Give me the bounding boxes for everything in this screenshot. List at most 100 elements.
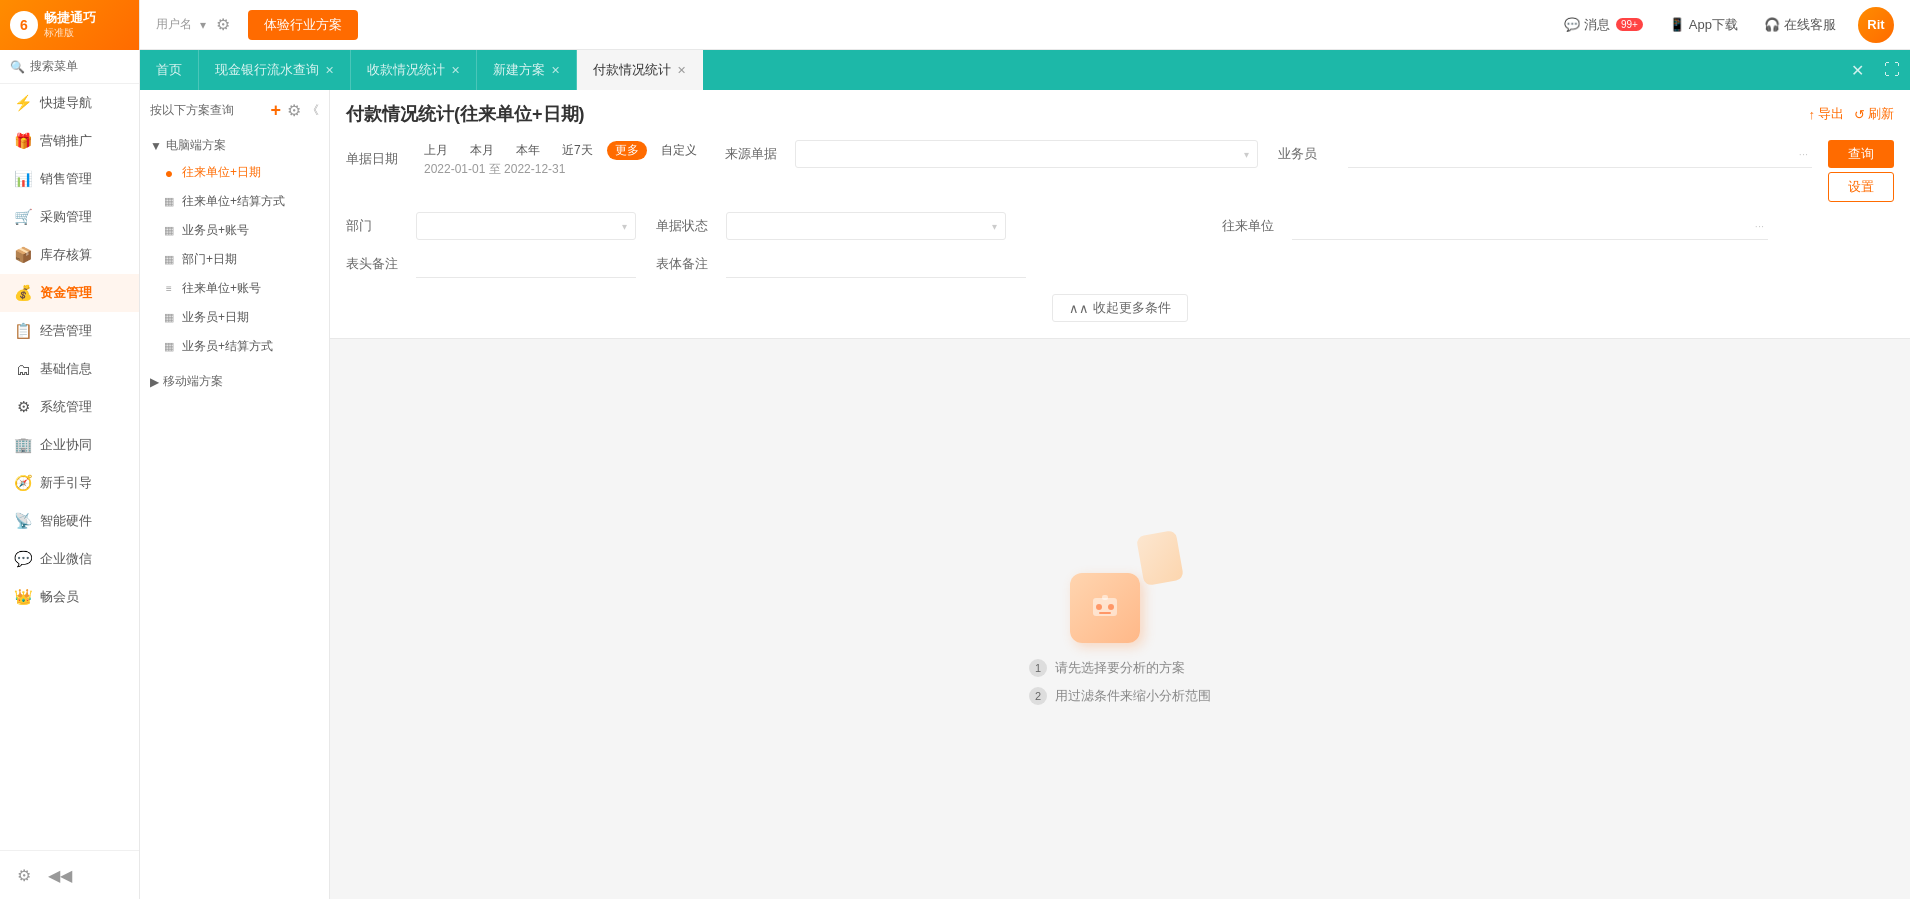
- tab-bank-flow-close[interactable]: ✕: [325, 64, 334, 77]
- dept-select[interactable]: ▾: [416, 212, 636, 240]
- head-note-group: 表头备注: [346, 250, 636, 278]
- search-menu[interactable]: 🔍 搜索菜单: [0, 50, 139, 84]
- pc-scheme-section: ▼ 电脑端方案 ● 往来单位+日期 ▦ 往来单位+结算方式 ▦ 业务员+账号 ▦: [140, 129, 329, 365]
- sidebar-item-system[interactable]: ⚙ 系统管理: [0, 388, 139, 426]
- counterparty-input[interactable]: ···: [1292, 212, 1768, 240]
- sidebar-item-member[interactable]: 👑 畅会员: [0, 578, 139, 616]
- dept-chevron: ▾: [622, 221, 627, 232]
- tabbar-maximize[interactable]: ⛶: [1874, 50, 1910, 90]
- sidebar-item-label: 企业协同: [40, 436, 92, 454]
- sidebar-item-sales[interactable]: 📊 销售管理: [0, 160, 139, 198]
- date-tab-custom[interactable]: 自定义: [653, 140, 705, 161]
- scheme-item-salesperson-account[interactable]: ▦ 业务员+账号: [140, 216, 329, 245]
- scheme-item-counterparty-settlement[interactable]: ▦ 往来单位+结算方式: [140, 187, 329, 216]
- hardware-icon: 📡: [14, 512, 32, 530]
- sidebar-item-wechat[interactable]: 💬 企业微信: [0, 540, 139, 578]
- refresh-icon: ↺: [1854, 107, 1865, 122]
- export-button[interactable]: ↑ 导出: [1809, 105, 1845, 123]
- scheme-item-salesperson-date[interactable]: ▦ 业务员+日期: [140, 303, 329, 332]
- avatar[interactable]: Rit: [1858, 7, 1894, 43]
- pc-scheme-title[interactable]: ▼ 电脑端方案: [140, 133, 329, 158]
- scheme-item-salesperson-settlement[interactable]: ▦ 业务员+结算方式: [140, 332, 329, 361]
- scheme-active-icon: ●: [162, 166, 176, 180]
- scheme-panel-actions: + ⚙ 《: [270, 100, 319, 121]
- tab-new-scheme[interactable]: 新建方案 ✕: [477, 50, 577, 90]
- sidebar-item-operation[interactable]: 📋 经营管理: [0, 312, 139, 350]
- scheme-icon: ▦: [162, 224, 176, 238]
- sidebar-item-enterprise[interactable]: 🏢 企业协同: [0, 426, 139, 464]
- tab-receipt-stats-label: 收款情况统计: [367, 61, 445, 79]
- scheme-panel-header: 按以下方案查询 + ⚙ 《: [140, 100, 329, 129]
- tabbar: 首页 现金银行流水查询 ✕ 收款情况统计 ✕ 新建方案 ✕ 付款情况统计 ✕ ✕…: [140, 50, 1910, 90]
- dept-filter-group: 部门 ▾: [346, 212, 636, 240]
- tabbar-close-all[interactable]: ✕: [1841, 50, 1874, 90]
- topbar-gear-icon[interactable]: ⚙: [216, 15, 230, 34]
- date-filter-group: 单据日期 上月 本月 本年 近7天 更多 自定义 2022-01-01 至 20…: [346, 140, 705, 178]
- sidebar-item-purchase[interactable]: 🛒 采购管理: [0, 198, 139, 236]
- empty-illustration: [1060, 533, 1180, 643]
- refresh-button[interactable]: ↺ 刷新: [1854, 105, 1894, 123]
- trial-industry-button[interactable]: 体验行业方案: [248, 10, 358, 40]
- date-tab-this-year[interactable]: 本年: [508, 140, 548, 161]
- date-tab-last-month[interactable]: 上月: [416, 140, 456, 161]
- collapse-more-button[interactable]: ∧∧ 收起更多条件: [1052, 294, 1188, 322]
- settings-button[interactable]: 设置: [1828, 172, 1894, 202]
- sidebar-item-label: 销售管理: [40, 170, 92, 188]
- tab-receipt-stats[interactable]: 收款情况统计 ✕: [351, 50, 477, 90]
- sidebar-header: 6 畅捷通巧 标准版: [0, 0, 139, 50]
- scheme-collapse-btn[interactable]: 《: [307, 102, 319, 119]
- app-download-action[interactable]: 📱 App下载: [1669, 16, 1738, 34]
- date-tab-7days[interactable]: 近7天: [554, 140, 601, 161]
- sidebar-item-basic[interactable]: 🗂 基础信息: [0, 350, 139, 388]
- date-tab-more[interactable]: 更多: [607, 141, 647, 160]
- scheme-item-counterparty-date[interactable]: ● 往来单位+日期: [140, 158, 329, 187]
- scheme-item-label: 部门+日期: [182, 251, 237, 268]
- body-note-input[interactable]: [726, 250, 1026, 278]
- tab-payment-stats[interactable]: 付款情况统计 ✕: [577, 50, 703, 90]
- head-note-input[interactable]: [416, 250, 636, 278]
- footer-collapse-btn[interactable]: ◀◀: [46, 861, 74, 889]
- user-dropdown-icon[interactable]: ▾: [200, 18, 206, 32]
- scheme-settings-btn[interactable]: ⚙: [287, 101, 301, 120]
- footer-settings-btn[interactable]: ⚙: [10, 861, 38, 889]
- enterprise-icon: 🏢: [14, 436, 32, 454]
- tab-new-scheme-close[interactable]: ✕: [551, 64, 560, 77]
- scheme-item-label: 业务员+日期: [182, 309, 249, 326]
- sidebar-item-hardware[interactable]: 📡 智能硬件: [0, 502, 139, 540]
- tab-home[interactable]: 首页: [140, 50, 199, 90]
- sidebar-item-label: 经营管理: [40, 322, 92, 340]
- scheme-item-label: 业务员+账号: [182, 222, 249, 239]
- marketing-icon: 🎁: [14, 132, 32, 150]
- sidebar-item-label: 采购管理: [40, 208, 92, 226]
- scheme-icon: ▦: [162, 340, 176, 354]
- sidebar-item-marketing[interactable]: 🎁 营销推广: [0, 122, 139, 160]
- messages-action[interactable]: 💬 消息 99+: [1564, 16, 1643, 34]
- sidebar-item-finance[interactable]: 💰 资金管理: [0, 274, 139, 312]
- query-button[interactable]: 查询: [1828, 140, 1894, 168]
- robot-body: [1070, 573, 1140, 643]
- date-tab-this-month[interactable]: 本月: [462, 140, 502, 161]
- salesperson-dots: ···: [1799, 148, 1812, 160]
- salesperson-input[interactable]: ···: [1348, 140, 1812, 168]
- voucher-status-select[interactable]: ▾: [726, 212, 1006, 240]
- page-title-row: 付款情况统计(往来单位+日期) ↑ 导出 ↺ 刷新: [346, 102, 1894, 126]
- source-select[interactable]: ▾: [795, 140, 1259, 168]
- search-label: 搜索菜单: [30, 58, 78, 75]
- service-icon: 🎧: [1764, 17, 1780, 32]
- sidebar-item-quick-nav[interactable]: ⚡ 快捷导航: [0, 84, 139, 122]
- add-scheme-btn[interactable]: +: [270, 100, 281, 121]
- scheme-item-dept-date[interactable]: ▦ 部门+日期: [140, 245, 329, 274]
- tab-bank-flow[interactable]: 现金银行流水查询 ✕: [199, 50, 351, 90]
- filter-more-row: ∧∧ 收起更多条件: [346, 286, 1894, 330]
- scheme-item-counterparty-account[interactable]: ≡ 往来单位+账号: [140, 274, 329, 303]
- scheme-panel-title: 按以下方案查询: [150, 102, 234, 119]
- sidebar-item-label: 营销推广: [40, 132, 92, 150]
- date-selector: 上月 本月 本年 近7天 更多 自定义 2022-01-01 至 2022-12…: [416, 140, 705, 178]
- scheme-item-label: 往来单位+账号: [182, 280, 261, 297]
- mobile-scheme-title[interactable]: ▶ 移动端方案: [140, 369, 329, 394]
- tab-receipt-stats-close[interactable]: ✕: [451, 64, 460, 77]
- tab-payment-stats-close[interactable]: ✕: [677, 64, 686, 77]
- sidebar-item-guide[interactable]: 🧭 新手引导: [0, 464, 139, 502]
- online-service-action[interactable]: 🎧 在线客服: [1764, 16, 1836, 34]
- sidebar-item-inventory[interactable]: 📦 库存核算: [0, 236, 139, 274]
